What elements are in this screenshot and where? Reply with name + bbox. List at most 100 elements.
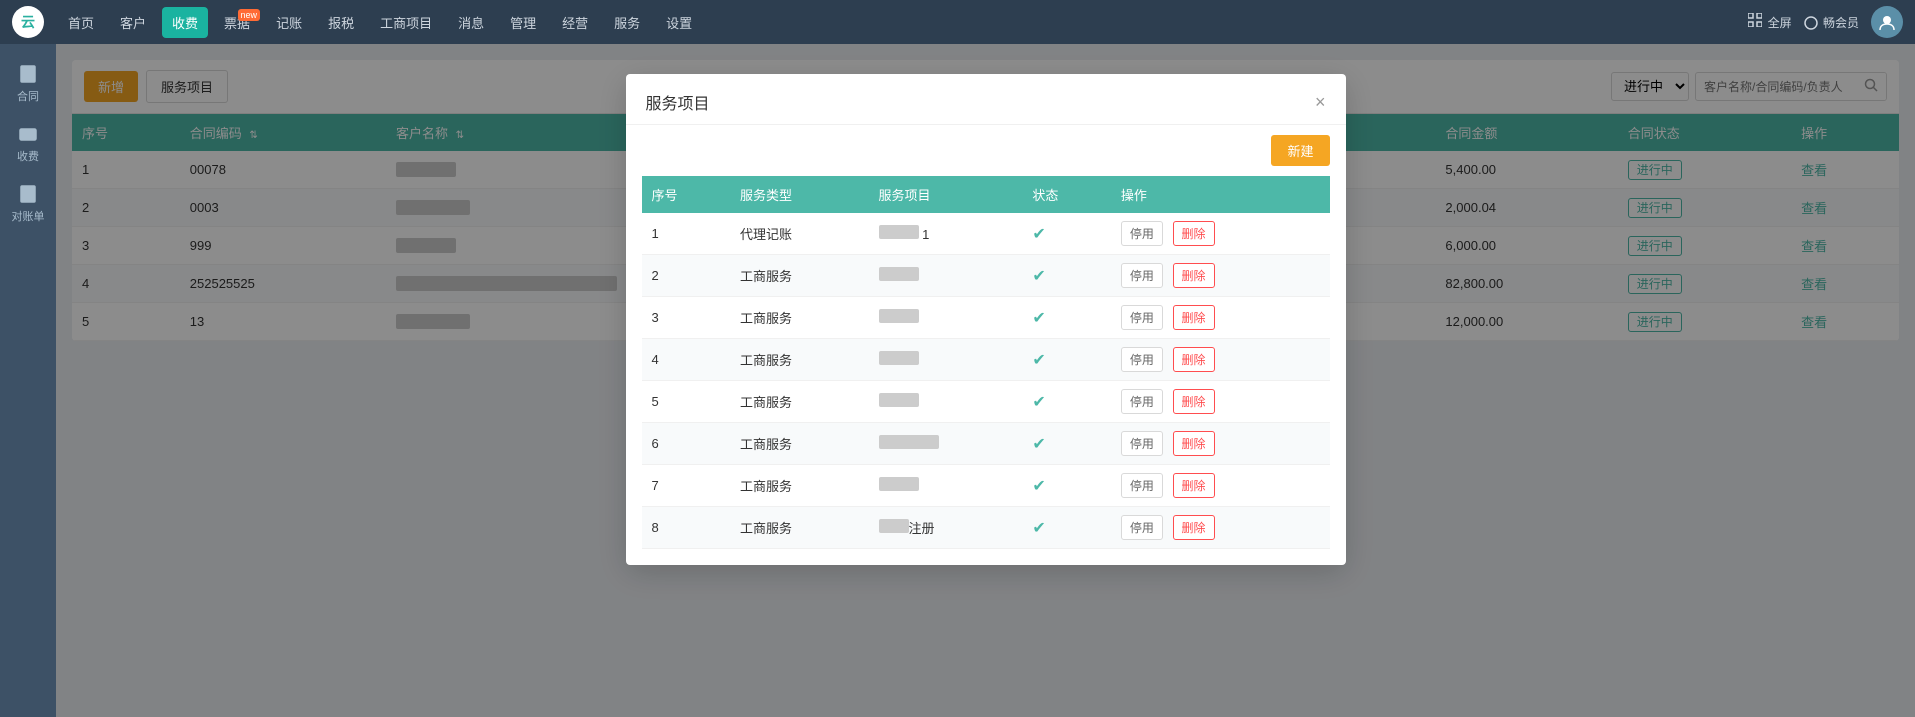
list-item: 5 工商服务 ✔ 停用 删除 (642, 381, 1330, 423)
sidebar: 合同 收费 对账单 (0, 44, 56, 717)
dialog-cell-type: 工商服务 (730, 423, 869, 465)
dialog-cell-seq: 1 (642, 213, 731, 255)
dialog-col-action: 操作 (1111, 176, 1330, 213)
sidebar-item-payment[interactable]: 收费 (0, 114, 56, 174)
nav-biz-projects[interactable]: 工商项目 (370, 7, 442, 38)
list-item: 8 工商服务 注册 ✔ 停用 删除 (642, 507, 1330, 549)
delete-btn[interactable]: 删除 (1173, 431, 1215, 456)
top-nav-right: 全屏 畅会员 (1748, 6, 1903, 38)
stop-btn[interactable]: 停用 (1121, 473, 1163, 498)
sidebar-item-statement[interactable]: 对账单 (0, 174, 56, 234)
dialog-cell-type: 工商服务 (730, 339, 869, 381)
status-check-icon: ✔ (1032, 436, 1045, 453)
dialog-cell-seq: 3 (642, 297, 731, 339)
sidebar-label-statement: 对账单 (12, 208, 45, 224)
member-btn[interactable]: 畅会员 (1804, 14, 1859, 31)
delete-btn[interactable]: 删除 (1173, 305, 1215, 330)
nav-payment[interactable]: 收费 (162, 7, 208, 38)
dialog-cell-type: 工商服务 (730, 465, 869, 507)
status-check-icon: ✔ (1032, 352, 1045, 369)
sidebar-item-contract[interactable]: 合同 (0, 54, 56, 114)
top-nav: 云 首页 客户 收费 票据 new 记账 报税 工商项目 消息 管理 经营 服务… (0, 0, 1915, 44)
dialog-new-btn[interactable]: 新建 (1271, 135, 1329, 166)
sidebar-label-payment: 收费 (17, 148, 39, 164)
dialog-cell-type: 代理记账 (730, 213, 869, 255)
dialog-title: 服务项目 (646, 90, 710, 114)
dialog-cell-seq: 7 (642, 465, 731, 507)
dialog-cell-action: 停用 删除 (1111, 339, 1330, 381)
status-check-icon: ✔ (1032, 478, 1045, 495)
delete-btn[interactable]: 删除 (1173, 515, 1215, 540)
dialog-cell-type: 工商服务 (730, 297, 869, 339)
dialog-cell-type: 工商服务 (730, 507, 869, 549)
nav-settings[interactable]: 设置 (656, 7, 702, 38)
nav-message[interactable]: 消息 (448, 7, 494, 38)
dialog-cell-item (869, 339, 1023, 381)
nav-business[interactable]: 经营 (552, 7, 598, 38)
status-check-icon: ✔ (1032, 268, 1045, 285)
dialog-header: 服务项目 × (626, 74, 1346, 125)
status-check-icon: ✔ (1032, 310, 1045, 327)
delete-btn[interactable]: 删除 (1173, 221, 1215, 246)
dialog-cell-seq: 6 (642, 423, 731, 465)
logo[interactable]: 云 (12, 6, 44, 38)
dialog-cell-seq: 4 (642, 339, 731, 381)
dialog-cell-status: ✔ (1022, 255, 1111, 297)
list-item: 1 代理记账 1 ✔ 停用 删除 (642, 213, 1330, 255)
delete-btn[interactable]: 删除 (1173, 473, 1215, 498)
delete-btn[interactable]: 删除 (1173, 347, 1215, 372)
dialog-cell-item: 1 (869, 213, 1023, 255)
modal-overlay[interactable]: 服务项目 × 新建 序号 服务类型 服务项目 状态 操作 1 代理记账 1 (56, 44, 1915, 717)
dialog-cell-item (869, 423, 1023, 465)
stop-btn[interactable]: 停用 (1121, 431, 1163, 456)
dialog-cell-item (869, 465, 1023, 507)
stop-btn[interactable]: 停用 (1121, 347, 1163, 372)
dialog-col-status: 状态 (1022, 176, 1111, 213)
stop-btn[interactable]: 停用 (1121, 389, 1163, 414)
stop-btn[interactable]: 停用 (1121, 305, 1163, 330)
list-item: 2 工商服务 ✔ 停用 删除 (642, 255, 1330, 297)
stop-btn[interactable]: 停用 (1121, 263, 1163, 288)
dialog-cell-action: 停用 删除 (1111, 381, 1330, 423)
dialog-cell-item: 注册 (869, 507, 1023, 549)
dialog-cell-type: 工商服务 (730, 381, 869, 423)
fullscreen-btn[interactable]: 全屏 (1748, 13, 1791, 31)
dialog-cell-action: 停用 删除 (1111, 423, 1330, 465)
dialog-cell-action: 停用 删除 (1111, 213, 1330, 255)
delete-btn[interactable]: 删除 (1173, 389, 1215, 414)
dialog-toolbar: 新建 (626, 125, 1346, 176)
nav-tax[interactable]: 报税 (318, 7, 364, 38)
user-avatar[interactable] (1871, 6, 1903, 38)
dialog-cell-action: 停用 删除 (1111, 297, 1330, 339)
dialog-cell-action: 停用 删除 (1111, 465, 1330, 507)
nav-home[interactable]: 首页 (58, 7, 104, 38)
dialog-cell-item (869, 255, 1023, 297)
dialog-col-item: 服务项目 (869, 176, 1023, 213)
dialog-cell-type: 工商服务 (730, 255, 869, 297)
nav-manage[interactable]: 管理 (500, 7, 546, 38)
dialog-cell-seq: 8 (642, 507, 731, 549)
dialog-cell-status: ✔ (1022, 213, 1111, 255)
delete-btn[interactable]: 删除 (1173, 263, 1215, 288)
dialog-cell-action: 停用 删除 (1111, 507, 1330, 549)
dialog-cell-seq: 5 (642, 381, 731, 423)
stop-btn[interactable]: 停用 (1121, 221, 1163, 246)
dialog-cell-item (869, 381, 1023, 423)
service-dialog: 服务项目 × 新建 序号 服务类型 服务项目 状态 操作 1 代理记账 1 (626, 74, 1346, 565)
dialog-cell-item (869, 297, 1023, 339)
nav-invoice[interactable]: 票据 new (214, 7, 260, 38)
dialog-close-btn[interactable]: × (1315, 93, 1326, 111)
dialog-cell-status: ✔ (1022, 507, 1111, 549)
nav-bookkeeping[interactable]: 记账 (266, 7, 312, 38)
dialog-col-seq: 序号 (642, 176, 731, 213)
dialog-cell-status: ✔ (1022, 339, 1111, 381)
sidebar-label-contract: 合同 (17, 88, 39, 104)
status-check-icon: ✔ (1032, 226, 1045, 243)
nav-service[interactable]: 服务 (604, 7, 650, 38)
new-badge: new (238, 9, 261, 21)
status-check-icon: ✔ (1032, 394, 1045, 411)
dialog-cell-seq: 2 (642, 255, 731, 297)
stop-btn[interactable]: 停用 (1121, 515, 1163, 540)
dialog-cell-status: ✔ (1022, 465, 1111, 507)
nav-customer[interactable]: 客户 (110, 7, 156, 38)
